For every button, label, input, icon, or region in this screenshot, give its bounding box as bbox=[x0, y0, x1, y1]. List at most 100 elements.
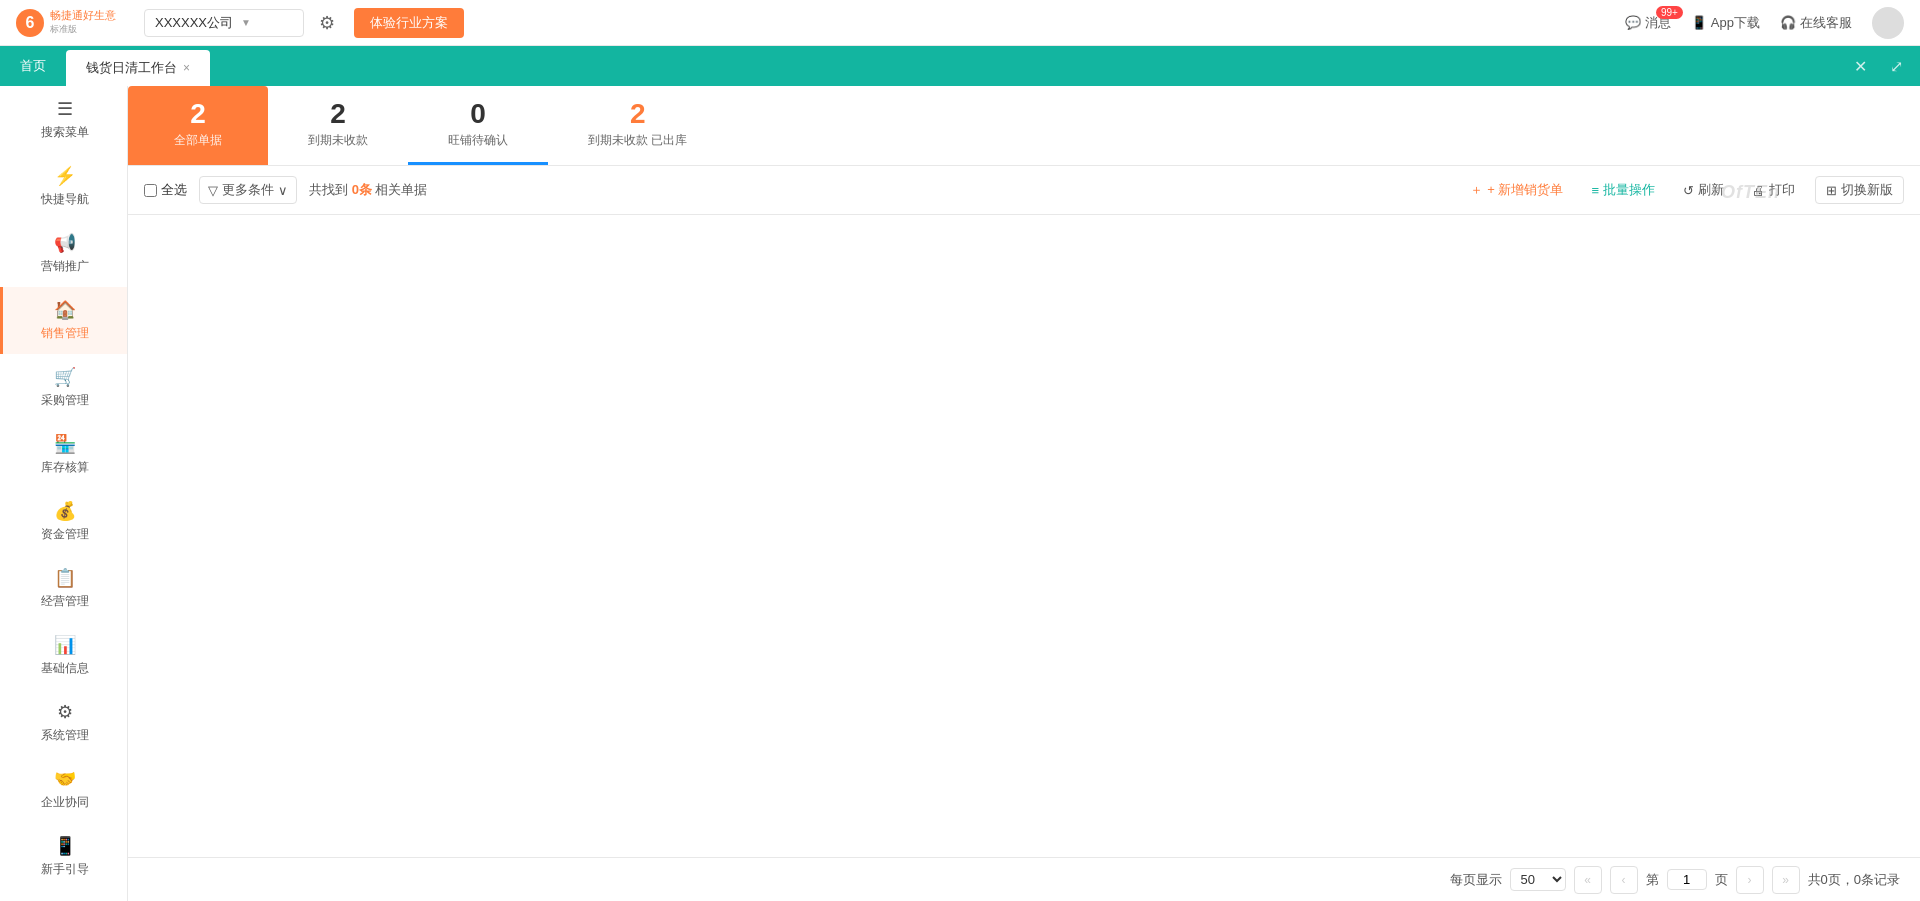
system-icon: ⚙ bbox=[57, 701, 73, 723]
print-button[interactable]: 🖨 打印 bbox=[1744, 177, 1803, 203]
next-page-button[interactable]: › bbox=[1736, 866, 1764, 894]
pagination-bar: 每页显示 50 100 200 « ‹ 第 页 › » 共0页，0条记录 bbox=[128, 857, 1920, 901]
sidebar-label-guide: 新手引导 bbox=[41, 861, 89, 878]
sidebar-item-operations[interactable]: 📋 经营管理 bbox=[0, 555, 127, 622]
sidebar-item-guide[interactable]: 📱 新手引导 bbox=[0, 823, 127, 890]
batch-operation-button[interactable]: ≡ 批量操作 bbox=[1583, 177, 1663, 203]
page-input[interactable] bbox=[1667, 869, 1707, 890]
sidebar-item-inventory[interactable]: 🏪 库存核算 bbox=[0, 421, 127, 488]
stat-card-all[interactable]: 2 全部单据 bbox=[128, 86, 268, 165]
online-service-label: 在线客服 bbox=[1800, 14, 1852, 32]
tab-workbench[interactable]: 钱货日清工作台 × bbox=[66, 50, 210, 86]
message-icon: 💬 bbox=[1625, 15, 1641, 30]
add-icon: ＋ bbox=[1470, 181, 1483, 199]
search-menu-icon: ☰ bbox=[57, 98, 73, 120]
sidebar-item-system[interactable]: ⚙ 系统管理 bbox=[0, 689, 127, 756]
sidebar-item-enterprise[interactable]: 🤝 企业协同 bbox=[0, 756, 127, 823]
inventory-icon: 🏪 bbox=[54, 433, 76, 455]
stat-num-pending: 0 bbox=[470, 99, 486, 130]
settings-button[interactable]: ⚙ bbox=[312, 8, 342, 38]
tab-home[interactable]: 首页 bbox=[0, 46, 66, 86]
select-all-label: 全选 bbox=[161, 181, 187, 199]
switch-icon: ⊞ bbox=[1826, 183, 1837, 198]
stat-num-shipped: 2 bbox=[630, 99, 646, 130]
sidebar-item-search-menu[interactable]: ☰ 搜索菜单 bbox=[0, 86, 127, 153]
online-service-button[interactable]: 🎧 在线客服 bbox=[1780, 14, 1852, 32]
enterprise-icon: 🤝 bbox=[54, 768, 76, 790]
sales-icon: 🏠 bbox=[54, 299, 76, 321]
sidebar-label-operations: 经营管理 bbox=[41, 593, 89, 610]
filter-label: 更多条件 bbox=[222, 181, 274, 199]
batch-label: 批量操作 bbox=[1603, 181, 1655, 199]
sidebar-label-sales: 销售管理 bbox=[41, 325, 89, 342]
app-download-button[interactable]: 📱 App下载 bbox=[1691, 14, 1760, 32]
finance-icon: 💰 bbox=[54, 500, 76, 522]
top-right: 💬 消息 99 📱 App下载 🎧 在线客服 bbox=[1625, 7, 1904, 39]
logo-name: 畅捷通好生意 bbox=[50, 9, 116, 22]
page-label: 第 bbox=[1646, 871, 1659, 889]
stat-card-pending[interactable]: 0 旺铺待确认 bbox=[408, 86, 548, 165]
filter-button[interactable]: ▽ 更多条件 ∨ bbox=[199, 176, 297, 204]
company-dropdown-arrow: ▼ bbox=[241, 17, 251, 28]
sidebar-item-app-center[interactable]: 📦 应用中心 bbox=[0, 890, 127, 901]
first-page-button[interactable]: « bbox=[1574, 866, 1602, 894]
filter-chevron-icon: ∨ bbox=[278, 183, 288, 198]
sidebar-item-quick-nav[interactable]: ⚡ 快捷导航 bbox=[0, 153, 127, 220]
stats-row: 2 全部单据 2 到期未收款 0 旺铺待确认 2 到期未收款 已出库 bbox=[128, 86, 1920, 166]
sidebar-label-marketing: 营销推广 bbox=[41, 258, 89, 275]
company-name: XXXXXX公司 bbox=[155, 14, 233, 32]
tab-workbench-label: 钱货日清工作台 bbox=[86, 59, 177, 77]
sidebar-label-finance: 资金管理 bbox=[41, 526, 89, 543]
per-page-select[interactable]: 50 100 200 bbox=[1510, 868, 1566, 891]
select-all-input[interactable] bbox=[144, 184, 157, 197]
stat-card-shipped[interactable]: 2 到期未收款 已出库 bbox=[548, 86, 727, 165]
sidebar-item-finance[interactable]: 💰 资金管理 bbox=[0, 488, 127, 555]
add-label: + 新增销货单 bbox=[1487, 181, 1563, 199]
purchase-icon: 🛒 bbox=[54, 366, 76, 388]
table-area bbox=[128, 215, 1920, 857]
print-icon: 🖨 bbox=[1752, 183, 1765, 198]
message-badge: 99 bbox=[1656, 6, 1683, 19]
minimize-button[interactable]: ✕ bbox=[1846, 52, 1874, 80]
avatar-button[interactable] bbox=[1872, 7, 1904, 39]
sidebar-item-sales[interactable]: 🏠 销售管理 bbox=[0, 287, 127, 354]
user-avatar bbox=[1872, 7, 1904, 39]
page-suffix: 页 bbox=[1715, 871, 1728, 889]
sidebar-item-marketing[interactable]: 📢 营销推广 bbox=[0, 220, 127, 287]
company-selector[interactable]: XXXXXX公司 ▼ bbox=[144, 9, 304, 37]
prev-page-button[interactable]: ‹ bbox=[1610, 866, 1638, 894]
sidebar-label-system: 系统管理 bbox=[41, 727, 89, 744]
sidebar-label-inventory: 库存核算 bbox=[41, 459, 89, 476]
filter-icon: ▽ bbox=[208, 183, 218, 198]
app-download-icon: 📱 bbox=[1691, 15, 1707, 30]
sidebar-item-purchase[interactable]: 🛒 采购管理 bbox=[0, 354, 127, 421]
quick-nav-icon: ⚡ bbox=[54, 165, 76, 187]
main-layout: ☰ 搜索菜单 ⚡ 快捷导航 📢 营销推广 🏠 销售管理 🛒 采购管理 🏪 库存核… bbox=[0, 86, 1920, 901]
logo-icon: 6 bbox=[16, 9, 44, 37]
toolbar: 全选 ▽ 更多条件 ∨ 共找到 0条 相关单据 ＋ + 新增销货单 ≡ 批量操作 bbox=[128, 166, 1920, 215]
logo-area: 6 畅捷通好生意 标准版 bbox=[16, 9, 144, 37]
stat-label-pending: 旺铺待确认 bbox=[448, 132, 508, 149]
operations-icon: 📋 bbox=[54, 567, 76, 589]
stat-num-all: 2 bbox=[190, 99, 206, 130]
basic-info-icon: 📊 bbox=[54, 634, 76, 656]
print-label: 打印 bbox=[1769, 181, 1795, 199]
switch-version-button[interactable]: ⊞ 切换新版 bbox=[1815, 176, 1904, 204]
add-sales-order-button[interactable]: ＋ + 新增销货单 bbox=[1462, 177, 1571, 203]
maximize-button[interactable]: ⤢ bbox=[1882, 52, 1910, 80]
stat-label-all: 全部单据 bbox=[174, 132, 222, 149]
message-button[interactable]: 💬 消息 99 bbox=[1625, 14, 1671, 32]
stat-label-overdue: 到期未收款 bbox=[308, 132, 368, 149]
tab-home-label: 首页 bbox=[20, 57, 46, 75]
last-page-button[interactable]: » bbox=[1772, 866, 1800, 894]
trial-button[interactable]: 体验行业方案 bbox=[354, 8, 464, 38]
found-prefix: 共找到 bbox=[309, 182, 348, 197]
refresh-button[interactable]: ↺ 刷新 bbox=[1675, 177, 1732, 203]
total-label: 共0页，0条记录 bbox=[1808, 871, 1900, 889]
select-all-checkbox[interactable]: 全选 bbox=[144, 181, 187, 199]
sidebar-item-basic-info[interactable]: 📊 基础信息 bbox=[0, 622, 127, 689]
stat-num-overdue: 2 bbox=[330, 99, 346, 130]
top-bar: 6 畅捷通好生意 标准版 XXXXXX公司 ▼ ⚙ 体验行业方案 💬 消息 99… bbox=[0, 0, 1920, 46]
close-tab-icon[interactable]: × bbox=[183, 61, 190, 75]
stat-card-overdue[interactable]: 2 到期未收款 bbox=[268, 86, 408, 165]
